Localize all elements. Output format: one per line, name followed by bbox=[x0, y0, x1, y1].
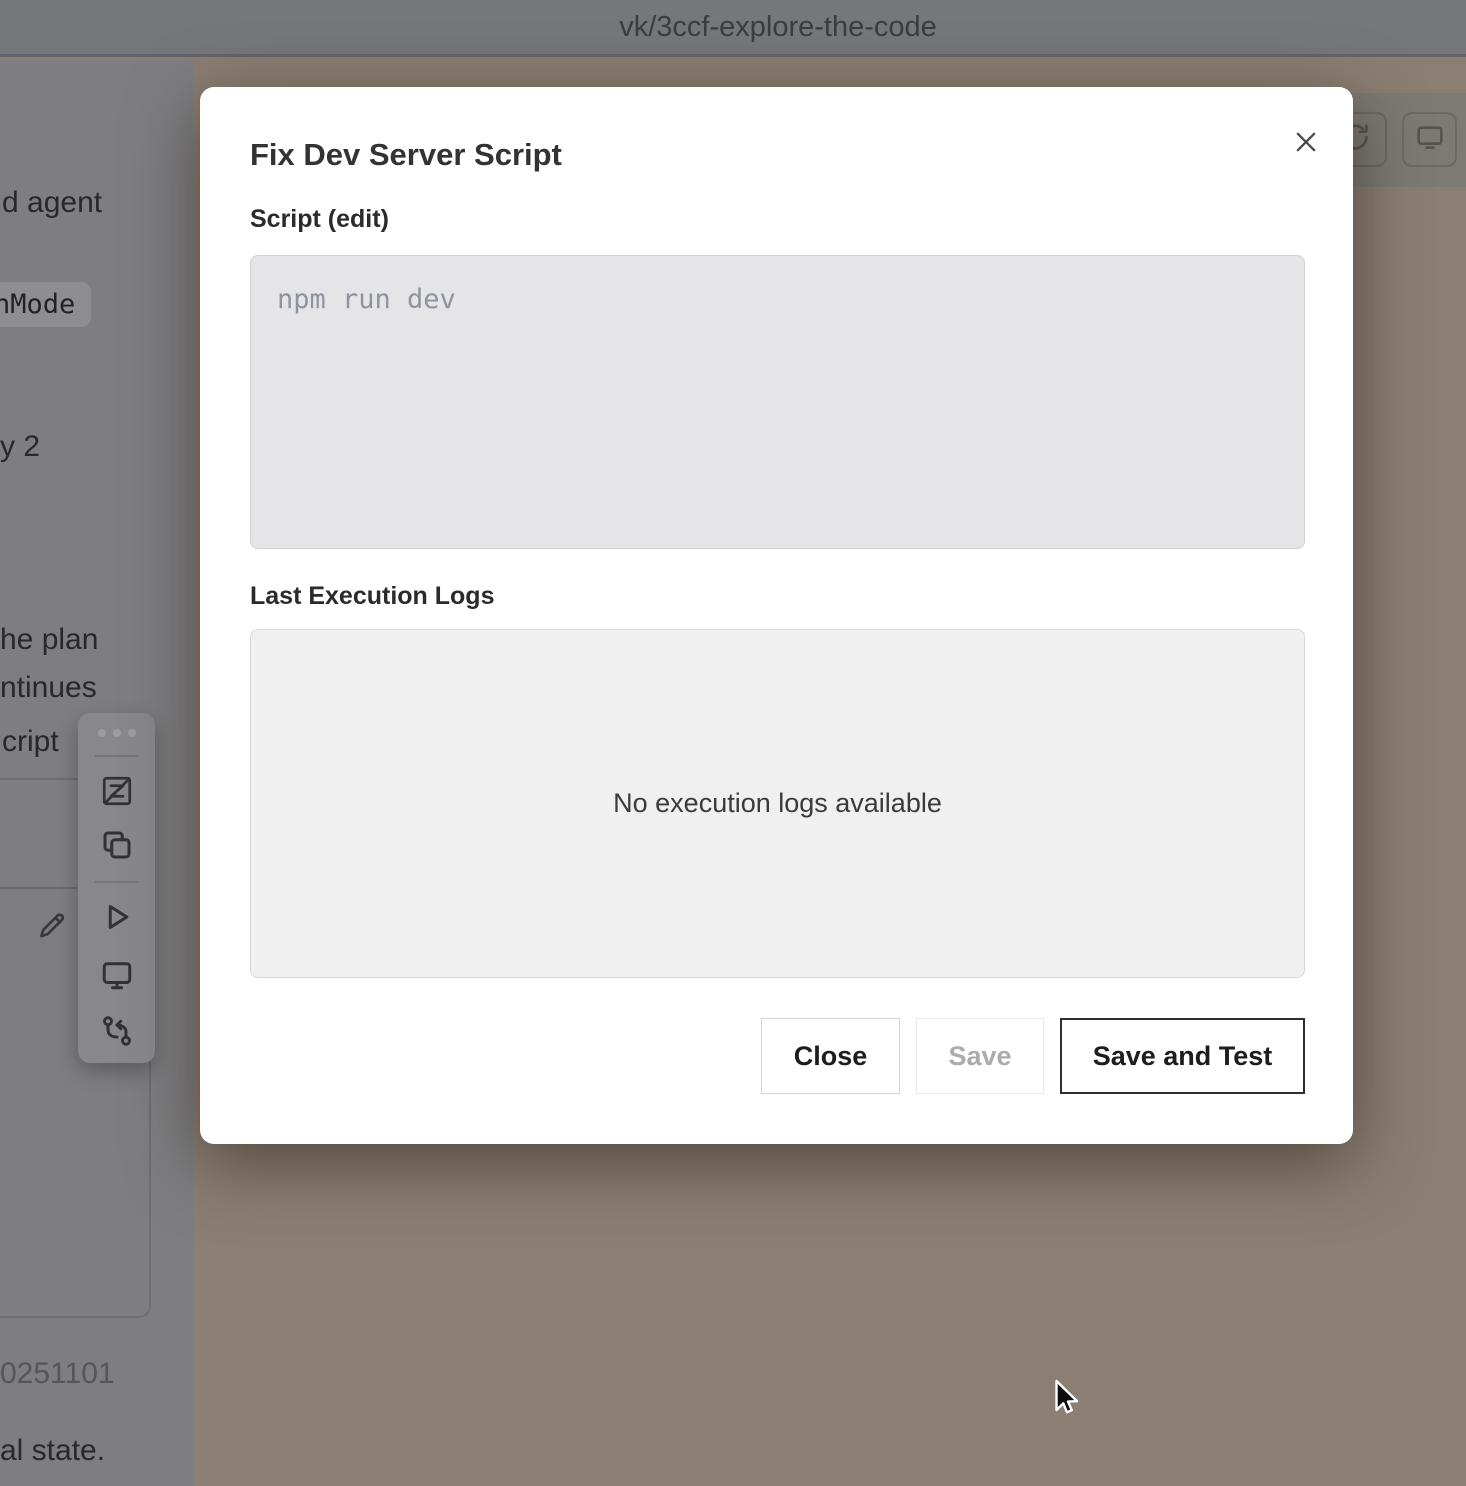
drag-handle-icon bbox=[97, 729, 136, 737]
close-button[interactable]: Close bbox=[761, 1018, 900, 1094]
dialog-title: Fix Dev Server Script bbox=[250, 137, 562, 172]
script-input[interactable] bbox=[250, 255, 1305, 549]
logs-label: Last Execution Logs bbox=[250, 582, 495, 610]
play-icon bbox=[99, 899, 135, 935]
chat-text-fragment: he plan bbox=[0, 623, 99, 656]
dialog-footer: Close Save Save and Test bbox=[761, 1018, 1305, 1094]
fix-dev-server-script-dialog: Fix Dev Server Script Script (edit) Last… bbox=[200, 87, 1353, 1144]
window-title-bar: vk/3ccf-explore-the-code bbox=[0, 0, 1466, 57]
chat-text-fragment: y 2 bbox=[0, 430, 41, 463]
save-button[interactable]: Save bbox=[916, 1018, 1044, 1094]
floating-tool-palette bbox=[78, 713, 155, 1063]
script-label: Script (edit) bbox=[250, 205, 389, 233]
chat-text-fragment: cript bbox=[2, 725, 59, 758]
save-and-test-button[interactable]: Save and Test bbox=[1060, 1018, 1305, 1094]
code-chip: nMode bbox=[0, 282, 92, 327]
monitor-icon bbox=[1414, 121, 1446, 158]
chat-text-fragment: ntinues bbox=[0, 671, 97, 704]
close-icon[interactable] bbox=[1289, 125, 1323, 159]
copy-icon bbox=[99, 827, 135, 863]
logs-empty-message: No execution logs available bbox=[613, 788, 942, 818]
timestamp-fragment: 0251101 bbox=[0, 1357, 115, 1390]
monitor-view-button bbox=[1402, 112, 1457, 167]
execution-logs-box: No execution logs available bbox=[250, 629, 1305, 978]
chat-text-fragment: d agent bbox=[2, 186, 103, 219]
window-title: vk/3ccf-explore-the-code bbox=[619, 10, 937, 43]
monitor-icon bbox=[99, 957, 135, 993]
palette-divider bbox=[94, 881, 139, 883]
mouse-cursor-icon bbox=[1048, 1378, 1082, 1418]
app-screen: vk/3ccf-explore-the-code d agent nMode y… bbox=[0, 0, 1466, 1486]
chat-text-fragment: al state. bbox=[0, 1434, 106, 1467]
git-compare-icon bbox=[99, 1013, 135, 1049]
z-logo-icon bbox=[99, 773, 135, 809]
palette-divider bbox=[94, 755, 139, 757]
